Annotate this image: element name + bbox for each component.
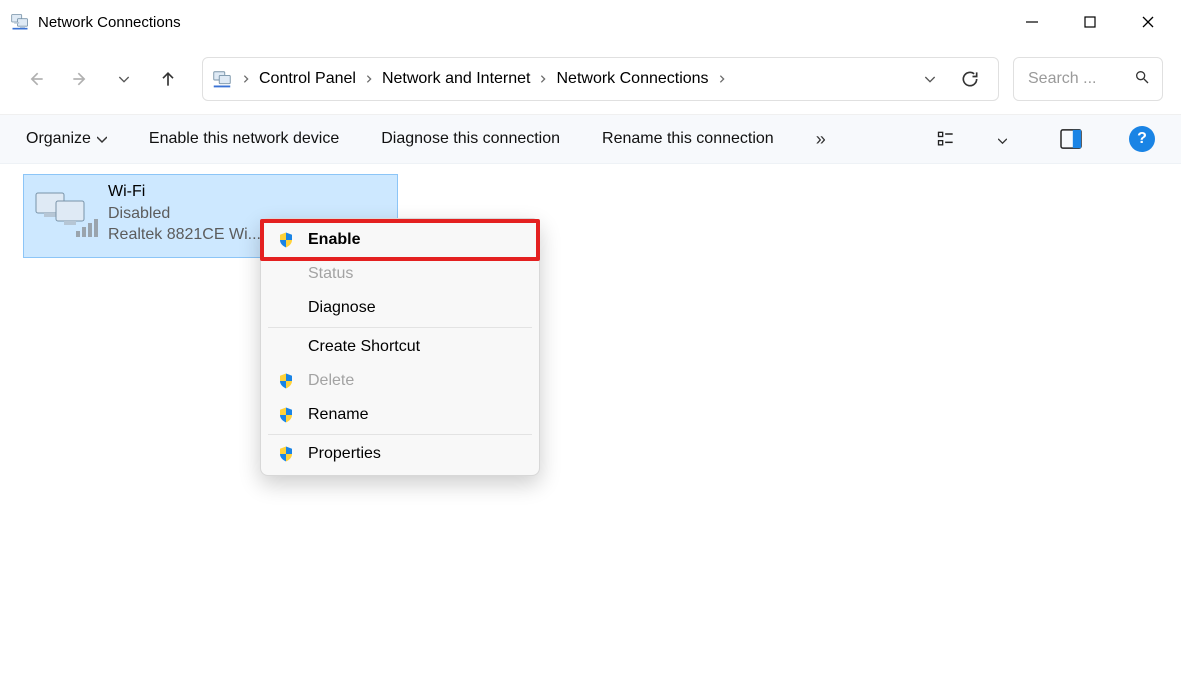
minimize-button[interactable] [1003, 0, 1061, 44]
help-button[interactable]: ? [1129, 126, 1155, 152]
enable-device-button[interactable]: Enable this network device [149, 130, 339, 148]
command-bar: Organize Enable this network device Diag… [0, 114, 1181, 164]
adapter-name: Wi-Fi [108, 181, 261, 203]
search-box[interactable] [1013, 57, 1163, 101]
ctx-rename[interactable]: Rename [264, 398, 536, 432]
breadcrumb-control-panel[interactable]: Control Panel [253, 70, 362, 88]
refresh-button[interactable] [950, 59, 990, 99]
view-options-button[interactable] [930, 123, 962, 155]
search-input[interactable] [1026, 69, 1116, 89]
up-button[interactable] [150, 61, 186, 97]
ctx-create-shortcut[interactable]: Create Shortcut [264, 330, 536, 364]
shield-icon [276, 230, 296, 250]
organize-menu[interactable]: Organize [26, 130, 107, 148]
organize-label: Organize [26, 130, 91, 148]
ctx-properties[interactable]: Properties [264, 437, 536, 471]
preview-pane-button[interactable] [1055, 123, 1087, 155]
recent-locations-button[interactable] [106, 61, 142, 97]
breadcrumb-network-internet[interactable]: Network and Internet [376, 70, 537, 88]
search-icon [1134, 69, 1150, 90]
context-menu: Enable Status Diagnose Create Shortcut [260, 218, 540, 476]
ctx-diagnose[interactable]: Diagnose [264, 291, 536, 325]
ctx-enable-label: Enable [308, 231, 360, 249]
adapter-device: Realtek 8821CE Wi... [108, 224, 261, 246]
control-panel-icon [211, 69, 233, 89]
highlight-box [260, 219, 540, 261]
caret-down-icon[interactable] [998, 132, 1007, 150]
navigation-row: Control Panel Network and Internet Netwo… [0, 44, 1181, 114]
shield-icon [276, 371, 296, 391]
adapter-text: Wi-Fi Disabled Realtek 8821CE Wi... [108, 181, 261, 246]
ctx-delete: Delete [264, 364, 536, 398]
close-button[interactable] [1119, 0, 1177, 44]
ctx-rename-label: Rename [308, 406, 368, 424]
ctx-status: Status [264, 257, 536, 291]
adapter-status: Disabled [108, 203, 261, 225]
diagnose-button[interactable]: Diagnose this connection [381, 130, 560, 148]
caret-down-icon [97, 131, 107, 149]
ctx-enable[interactable]: Enable [264, 223, 536, 257]
address-dropdown-button[interactable] [910, 59, 950, 99]
rename-button[interactable]: Rename this connection [602, 130, 774, 148]
forward-button[interactable] [62, 61, 98, 97]
ctx-status-label: Status [308, 265, 353, 283]
chevron-right-icon[interactable] [536, 71, 550, 87]
ctx-diagnose-label: Diagnose [308, 299, 376, 317]
breadcrumb-network-connections[interactable]: Network Connections [550, 70, 714, 88]
chevron-right-icon[interactable] [362, 71, 376, 87]
ctx-delete-label: Delete [308, 372, 354, 390]
back-button[interactable] [18, 61, 54, 97]
ctx-create-shortcut-label: Create Shortcut [308, 338, 420, 356]
shield-icon [276, 405, 296, 425]
network-adapter-icon [32, 187, 98, 241]
chevron-right-icon[interactable] [239, 71, 253, 87]
address-bar[interactable]: Control Panel Network and Internet Netwo… [202, 57, 999, 101]
app-icon [10, 12, 30, 32]
ctx-properties-label: Properties [308, 445, 381, 463]
overflow-button[interactable]: » [816, 129, 827, 150]
maximize-button[interactable] [1061, 0, 1119, 44]
separator [268, 434, 532, 435]
separator [268, 327, 532, 328]
content-area[interactable]: Wi-Fi Disabled Realtek 8821CE Wi... Enab… [0, 164, 1181, 700]
window-title: Network Connections [38, 14, 181, 31]
shield-icon [276, 444, 296, 464]
chevron-right-icon[interactable] [715, 71, 729, 87]
title-bar: Network Connections [0, 0, 1181, 44]
